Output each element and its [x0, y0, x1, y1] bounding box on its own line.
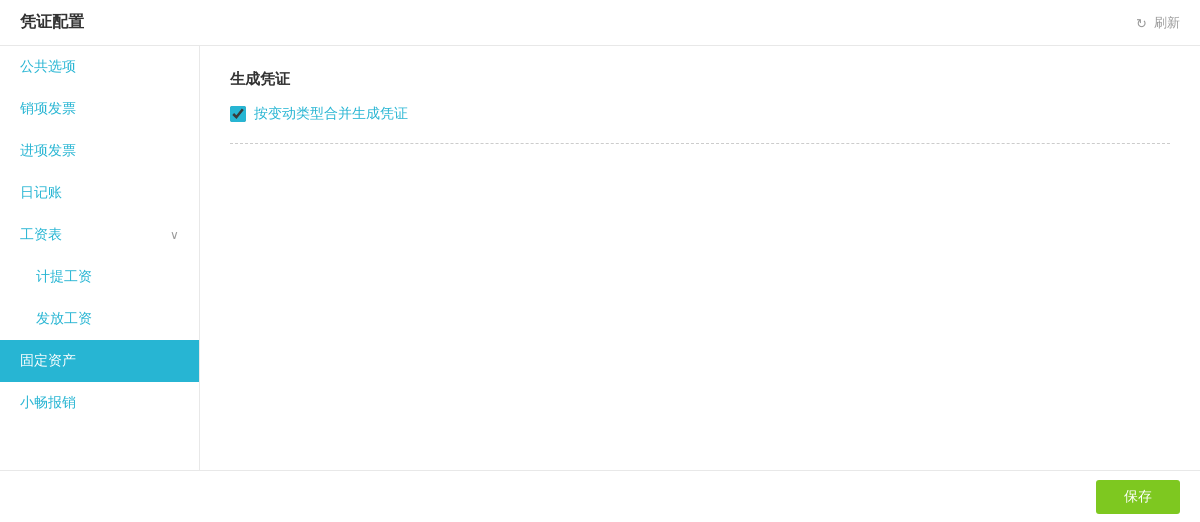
sidebar-item-label: 发放工资: [36, 310, 92, 328]
sidebar-item-purchase-invoice[interactable]: 进项发票: [0, 130, 199, 172]
merge-checkbox[interactable]: [230, 106, 246, 122]
sidebar-item-label: 计提工资: [36, 268, 92, 286]
sidebar-item-fixed-assets[interactable]: 固定资产: [0, 340, 199, 382]
sidebar-item-sales-invoice[interactable]: 销项发票: [0, 88, 199, 130]
page-title: 凭证配置: [20, 12, 84, 33]
refresh-label: 刷新: [1154, 14, 1180, 32]
chevron-down-icon: ∨: [170, 228, 179, 242]
refresh-button[interactable]: ↻ 刷新: [1136, 14, 1180, 32]
sidebar-item-label: 工资表: [20, 226, 62, 244]
page-wrapper: 凭证配置 ↻ 刷新 公共选项销项发票进项发票日记账工资表 ∨ 计提工资发放工资固定资…: [0, 0, 1200, 522]
section-title: 生成凭证: [230, 70, 1170, 89]
sidebar-item-pay-salary[interactable]: 发放工资: [0, 298, 199, 340]
sidebar-item-label: 日记账: [20, 184, 62, 202]
sidebar-item-payroll-table[interactable]: 工资表 ∨: [0, 214, 199, 256]
main-layout: 公共选项销项发票进项发票日记账工资表 ∨ 计提工资发放工资固定资产小畅报销 生成凭证…: [0, 46, 1200, 470]
sidebar-item-expense-report[interactable]: 小畅报销: [0, 382, 199, 424]
refresh-icon: ↻: [1136, 16, 1150, 30]
section-divider: [230, 143, 1170, 144]
page-header: 凭证配置 ↻ 刷新: [0, 0, 1200, 46]
checkbox-row: 按变动类型合并生成凭证: [230, 105, 1170, 123]
sidebar-item-label: 销项发票: [20, 100, 76, 118]
sidebar-item-public-options[interactable]: 公共选项: [0, 46, 199, 88]
sidebar-item-label: 小畅报销: [20, 394, 76, 412]
sidebar-item-label: 进项发票: [20, 142, 76, 160]
sidebar: 公共选项销项发票进项发票日记账工资表 ∨ 计提工资发放工资固定资产小畅报销: [0, 46, 200, 470]
merge-checkbox-label[interactable]: 按变动类型合并生成凭证: [254, 105, 408, 123]
save-button[interactable]: 保存: [1096, 480, 1180, 514]
page-footer: 保存: [0, 470, 1200, 522]
sidebar-item-label: 公共选项: [20, 58, 76, 76]
sidebar-item-label: 固定资产: [20, 352, 76, 370]
sidebar-item-calc-salary[interactable]: 计提工资: [0, 256, 199, 298]
content-area: 生成凭证 按变动类型合并生成凭证: [200, 46, 1200, 470]
sidebar-item-journal[interactable]: 日记账: [0, 172, 199, 214]
